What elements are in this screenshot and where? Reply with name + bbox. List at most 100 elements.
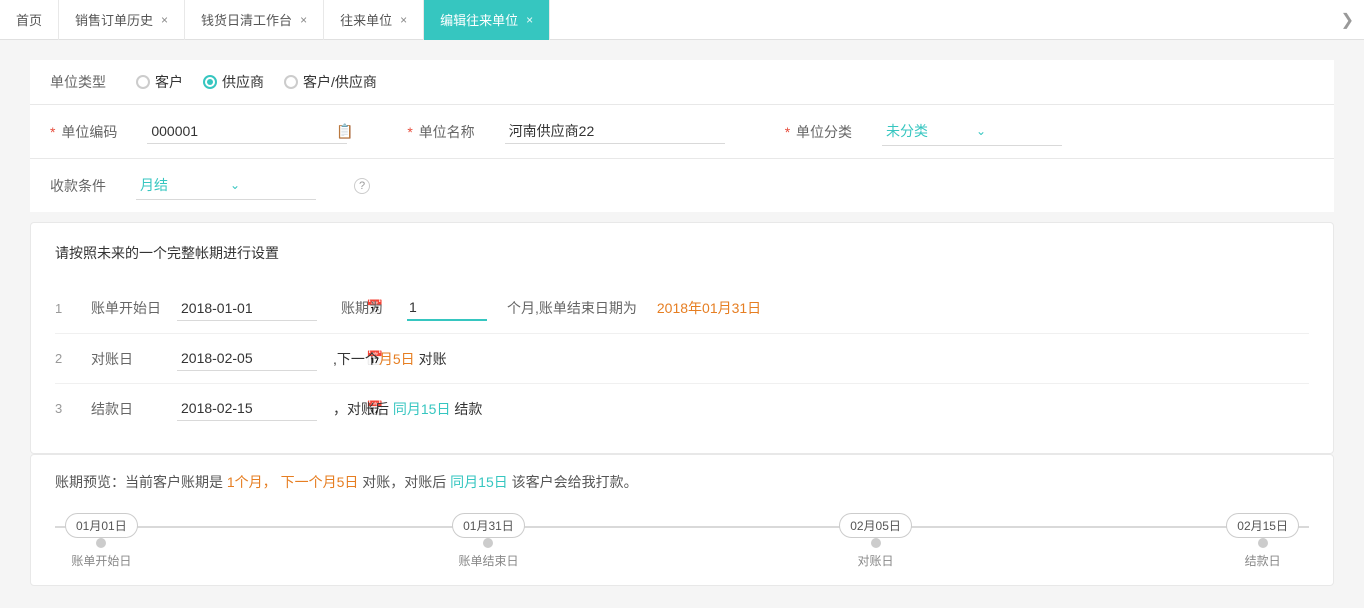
radio-customer[interactable]: 客户 xyxy=(136,72,183,92)
timeline: 01月01日 账单开始日 01月31日 账单结束日 02月05日 对账日 02月… xyxy=(55,513,1309,569)
preview-part1: 1个月， xyxy=(227,474,277,490)
payment-before: ，对账后 xyxy=(333,401,393,417)
payment-value: 月结 xyxy=(136,171,226,199)
reconcile-after: 对账 xyxy=(415,351,447,367)
reconcile-suffix: ,下一个月5日 对账 xyxy=(333,349,447,369)
timeline-badge-0: 01月01日 xyxy=(65,513,138,538)
required-star-name: * xyxy=(407,124,412,140)
settings-card: 请按照未来的一个完整帐期进行设置 1 账单开始日 📅 账期为 个月,账单结束日期… xyxy=(30,222,1334,454)
timeline-badge-3: 02月15日 xyxy=(1226,513,1299,538)
unit-code-input[interactable] xyxy=(147,119,336,143)
tab-sales-history-close[interactable]: × xyxy=(161,13,168,27)
top-form: 单位类型 客户 供应商 客户/供应商 * 单位编 xyxy=(30,60,1334,212)
card-instruction: 请按照未来的一个完整帐期进行设置 xyxy=(55,243,1309,263)
tab-home-label: 首页 xyxy=(16,10,42,29)
period-end-date: 2018年01月31日 xyxy=(657,298,761,318)
timeline-item-3: 02月15日 结款日 xyxy=(1226,513,1299,569)
timeline-item-0: 01月01日 账单开始日 xyxy=(65,513,138,569)
period-label: 账期为 xyxy=(341,298,383,318)
payment-dropdown-arrow: ⌄ xyxy=(226,174,316,196)
preview-part2: 下一个月5日 xyxy=(281,474,359,490)
reconcile-before: ,下一个 xyxy=(333,351,379,367)
unit-name-input[interactable] xyxy=(505,119,725,144)
tab-partner-close[interactable]: × xyxy=(400,13,407,27)
period-unit-text: 个月,账单结束日期为 xyxy=(507,298,637,318)
radio-both-label: 客户/供应商 xyxy=(303,72,377,92)
tab-home[interactable]: 首页 xyxy=(0,0,59,40)
copy-icon[interactable]: 📋 xyxy=(336,123,353,140)
field-label-2: 对账日 xyxy=(91,349,161,369)
timeline-label-0: 账单开始日 xyxy=(71,552,131,569)
row-reconcile-date: 2 对账日 📅 ,下一个月5日 对账 xyxy=(55,334,1309,384)
reconcile-highlight: 月5日 xyxy=(379,351,415,367)
tab-edit-partner-label: 编辑往来单位 xyxy=(440,10,518,29)
row-payment-date: 3 结款日 📅 ，对账后 同月15日 结款 xyxy=(55,384,1309,433)
preview-text: 账期预览：当前客户账期是 1个月， 下一个月5日 对账，对账后 同月15日 该客… xyxy=(55,471,1309,493)
unit-type-row: 单位类型 客户 供应商 客户/供应商 xyxy=(30,60,1334,104)
row-num-3: 3 xyxy=(55,401,75,416)
field-label-3: 结款日 xyxy=(91,399,161,419)
preview-label: 账期预览：当前客户账期是 xyxy=(55,474,223,490)
unit-category-value: 未分类 xyxy=(882,117,972,145)
timeline-label-3: 结款日 xyxy=(1245,552,1281,569)
required-star-category: * xyxy=(785,124,790,140)
tab-edit-partner-close[interactable]: × xyxy=(526,13,533,27)
period-value-input[interactable] xyxy=(407,295,487,321)
tab-sales-history-label: 销售订单历史 xyxy=(75,10,153,29)
required-star-code: * xyxy=(50,124,55,140)
timeline-badge-2: 02月05日 xyxy=(839,513,912,538)
tab-cash-work-close[interactable]: × xyxy=(300,13,307,27)
row-num-1: 1 xyxy=(55,301,75,316)
tabs-scroll-arrow[interactable]: ❯ xyxy=(1331,10,1364,30)
radio-customer-circle xyxy=(136,75,150,89)
radio-supplier-label: 供应商 xyxy=(222,72,264,92)
payment-row: 收款条件 月结 ⌄ ? xyxy=(30,159,1334,212)
tab-sales-history[interactable]: 销售订单历史 × xyxy=(59,0,185,40)
payment-label: 收款条件 xyxy=(50,176,106,196)
radio-supplier[interactable]: 供应商 xyxy=(203,72,264,92)
radio-customer-label: 客户 xyxy=(155,72,183,92)
tabs-bar: 首页 销售订单历史 × 钱货日清工作台 × 往来单位 × 编辑往来单位 × ❯ xyxy=(0,0,1364,40)
category-dropdown-arrow: ⌄ xyxy=(972,120,1062,142)
timeline-items: 01月01日 账单开始日 01月31日 账单结束日 02月05日 对账日 02月… xyxy=(65,513,1299,569)
tab-cash-work-label: 钱货日清工作台 xyxy=(201,10,292,29)
radio-supplier-circle xyxy=(203,75,217,89)
payment-help-icon[interactable]: ? xyxy=(354,178,370,194)
tab-cash-work[interactable]: 钱货日清工作台 × xyxy=(185,0,324,40)
payment-suffix: ，对账后 同月15日 结款 xyxy=(333,399,482,419)
unit-name-label: * 单位名称 xyxy=(407,122,474,142)
payment-date-input-group: 📅 xyxy=(177,396,317,421)
timeline-label-1: 账单结束日 xyxy=(458,552,518,569)
tab-edit-partner[interactable]: 编辑往来单位 × xyxy=(424,0,550,40)
start-date-input[interactable] xyxy=(177,296,366,320)
unit-info-row: * 单位编码 📋 * 单位名称 * 单位分类 未分类 ⌄ xyxy=(30,105,1334,158)
tab-partner-label: 往来单位 xyxy=(340,10,392,29)
timeline-badge-1: 01月31日 xyxy=(452,513,525,538)
timeline-dot-0 xyxy=(96,538,106,548)
start-date-input-group: 📅 xyxy=(177,296,317,321)
timeline-dot-2 xyxy=(871,538,881,548)
reconcile-date-input-group: 📅 xyxy=(177,346,317,371)
radio-both[interactable]: 客户/供应商 xyxy=(284,72,377,92)
main-content: 单位类型 客户 供应商 客户/供应商 * 单位编 xyxy=(0,40,1364,608)
timeline-label-2: 对账日 xyxy=(858,552,894,569)
tab-partner[interactable]: 往来单位 × xyxy=(324,0,424,40)
timeline-item-1: 01月31日 账单结束日 xyxy=(452,513,525,569)
field-label-1: 账单开始日 xyxy=(91,298,161,318)
timeline-item-2: 02月05日 对账日 xyxy=(839,513,912,569)
row-start-date: 1 账单开始日 📅 账期为 个月,账单结束日期为 2018年01月31日 xyxy=(55,283,1309,334)
unit-category-select[interactable]: 未分类 ⌄ xyxy=(882,117,1062,146)
preview-part5: 该客户会给我打款。 xyxy=(512,474,638,490)
row-num-2: 2 xyxy=(55,351,75,366)
preview-section: 账期预览：当前客户账期是 1个月， 下一个月5日 对账，对账后 同月15日 该客… xyxy=(30,454,1334,586)
timeline-dot-3 xyxy=(1258,538,1268,548)
radio-both-circle xyxy=(284,75,298,89)
unit-code-input-wrapper: 📋 xyxy=(147,119,347,144)
preview-part4: 同月15日 xyxy=(450,474,508,490)
unit-type-label: 单位类型 xyxy=(50,72,106,92)
payment-highlight: 同月15日 xyxy=(393,401,451,417)
unit-type-radio-group: 客户 供应商 客户/供应商 xyxy=(136,72,377,92)
timeline-dot-1 xyxy=(483,538,493,548)
unit-code-label: * 单位编码 xyxy=(50,122,117,142)
payment-select[interactable]: 月结 ⌄ xyxy=(136,171,316,200)
